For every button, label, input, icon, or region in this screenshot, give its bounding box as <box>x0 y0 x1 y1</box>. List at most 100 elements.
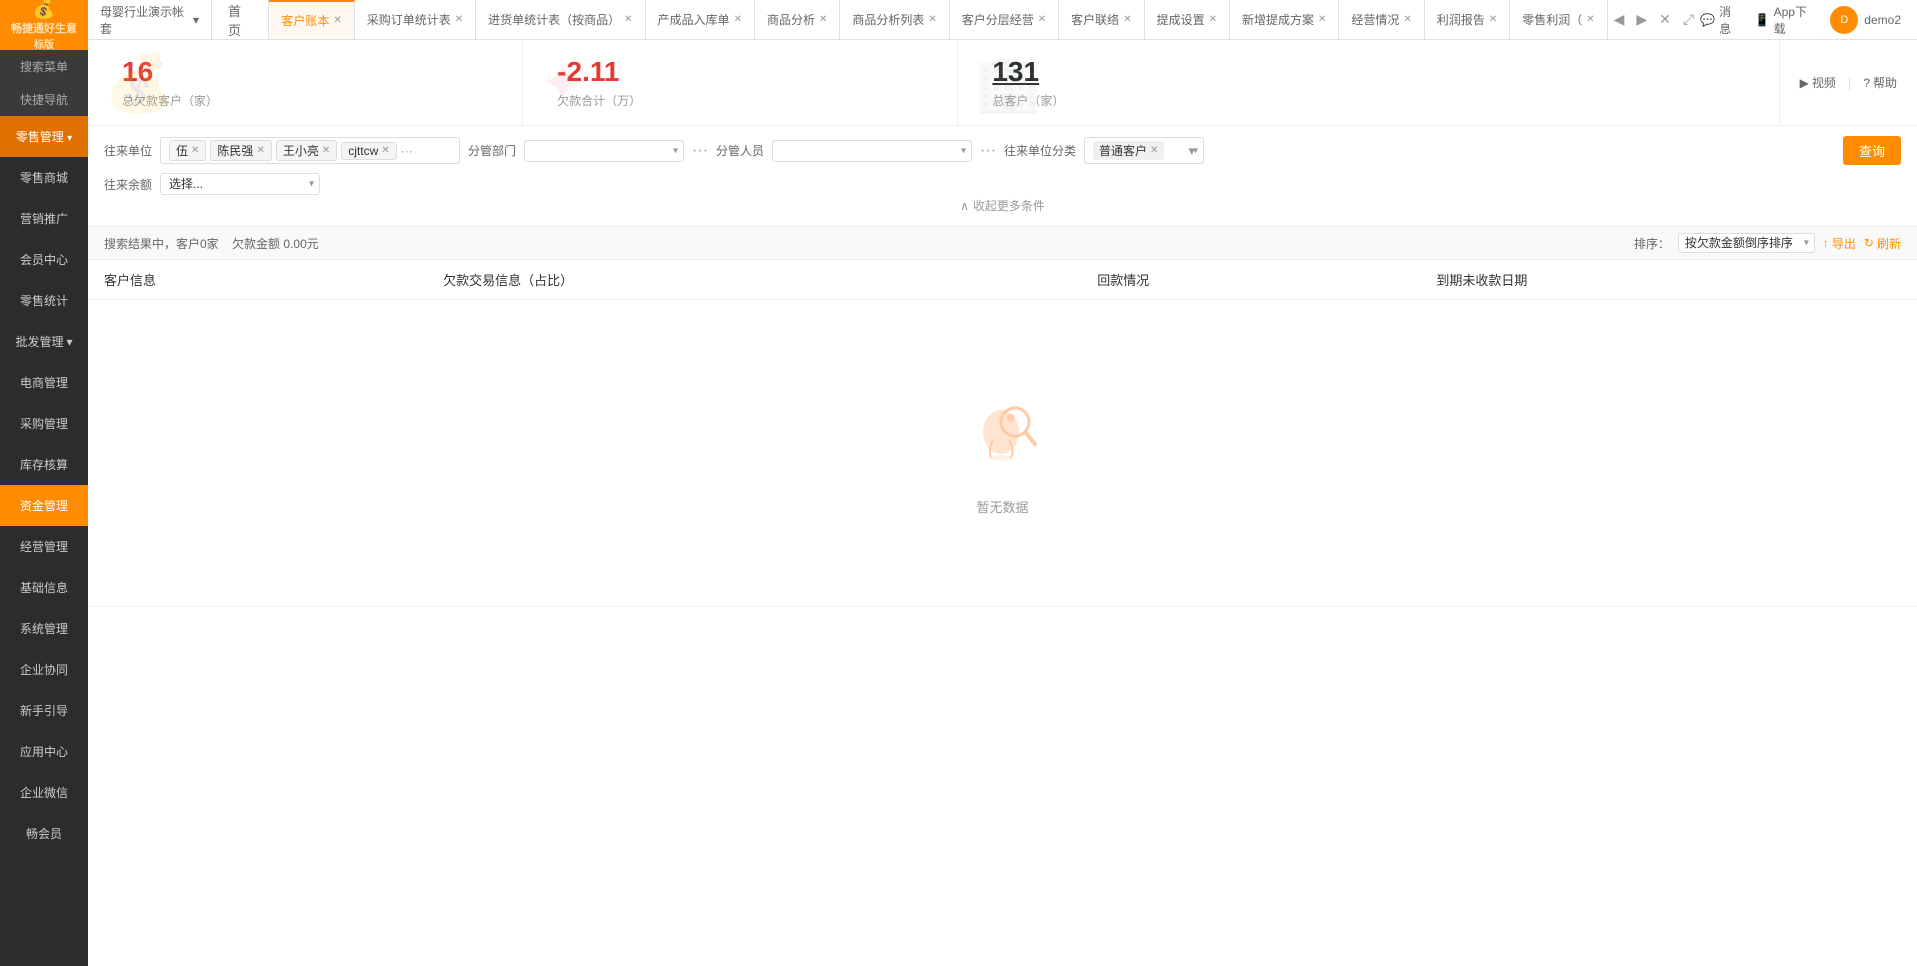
tab-expand[interactable]: ⤢ <box>1677 11 1700 28</box>
sidebar-item-ecom-mgmt[interactable]: 电商管理 <box>0 362 88 403</box>
tab-left-arrow[interactable]: ◀ <box>1608 11 1631 28</box>
sidebar-item-sys-mgmt[interactable]: 系统管理 <box>0 608 88 649</box>
sidebar-item-enterprise-wechat[interactable]: 企业微信 <box>0 772 88 813</box>
unit-filter-tags[interactable]: 伍 ✕ 陈民强 ✕ 王小亮 ✕ cjttcw ✕ ··· <box>160 137 460 164</box>
close-icon[interactable]: ✕ <box>1318 14 1326 25</box>
filter-tag-cjttcw[interactable]: cjttcw ✕ <box>341 142 396 160</box>
dept-more-dots[interactable]: ··· <box>692 142 708 160</box>
sidebar-item-purchase-mgmt[interactable]: 采购管理 <box>0 403 88 444</box>
sidebar-item-basic-info[interactable]: 基础信息 <box>0 567 88 608</box>
tab-customer-segment[interactable]: 客户分层经营 ✕ <box>950 0 1059 39</box>
stats-bar: 💰 16 总欠款客户（家） ✦ -2.11 欠款合计（万） 🏢 131 总客户（… <box>88 40 1917 126</box>
tab-customer-contact[interactable]: 客户联络 ✕ <box>1059 0 1144 39</box>
tab-new-raise-plan[interactable]: 新增提成方案 ✕ <box>1230 0 1339 39</box>
tab-label: 商品分析列表 <box>852 11 924 28</box>
filter-row-1: 往来单位 伍 ✕ 陈民强 ✕ 王小亮 ✕ cjttcw ✕ ··· <box>104 136 1901 165</box>
tab-right-arrow[interactable]: ▶ <box>1630 11 1653 28</box>
filter-tag-wu[interactable]: 伍 ✕ <box>169 140 206 161</box>
sidebar-item-enterprise-coop[interactable]: 企业协同 <box>0 649 88 690</box>
empty-icon <box>963 390 1043 485</box>
app-download-button[interactable]: 📱 App下载 <box>1755 3 1819 37</box>
remove-tag-chen[interactable]: ✕ <box>256 145 264 156</box>
video-link[interactable]: ▶ 视频 <box>1800 74 1836 91</box>
close-icon[interactable]: ✕ <box>928 14 936 25</box>
tab-product-inbound[interactable]: 产成品入库单 ✕ <box>646 0 755 39</box>
filter-row-2: 往来余额 选择... <box>104 173 1901 195</box>
sidebar-item-member-center[interactable]: 会员中心 <box>0 239 88 280</box>
close-icon[interactable]: ✕ <box>624 14 632 25</box>
sidebar-item-app-center[interactable]: 应用中心 <box>0 731 88 772</box>
account-selector[interactable]: 母婴行业演示帐套 ▾ <box>88 0 212 39</box>
remove-unit-type[interactable]: ✕ <box>1150 145 1158 156</box>
sort-label: 排序： <box>1634 235 1670 252</box>
balance-filter-select[interactable]: 选择... <box>160 173 320 195</box>
sidebar-item-label: 基础信息 <box>20 581 68 595</box>
sidebar-item-label: 资金管理 <box>20 499 68 513</box>
sidebar-logo: 💰 畅捷通好生意 标版 <box>0 0 88 50</box>
user-menu[interactable]: D demo2 <box>1830 6 1901 34</box>
sidebar-item-retail-mgmt[interactable]: 零售管理 ▾ <box>0 116 88 157</box>
tab-close-all[interactable]: ✕ <box>1653 11 1677 28</box>
tab-customer-book[interactable]: 客户账本 ✕ <box>269 0 354 39</box>
account-name: 母婴行业演示帐套 <box>100 3 189 37</box>
sidebar-item-label: 批发管理 <box>15 333 63 350</box>
tab-label: 经营情况 <box>1351 11 1399 28</box>
tab-purchase-order[interactable]: 采购订单统计表 ✕ <box>355 0 476 39</box>
tab-label: 产成品入库单 <box>658 11 730 28</box>
sidebar-item-retail-mall[interactable]: 零售商城 <box>0 157 88 198</box>
sidebar-item-new-guide[interactable]: 新手引导 <box>0 690 88 731</box>
stat-total-customers-value: 131 <box>992 56 1754 88</box>
close-icon[interactable]: ✕ <box>1403 14 1411 25</box>
remove-tag-wu[interactable]: ✕ <box>191 145 199 156</box>
close-icon[interactable]: ✕ <box>734 14 742 25</box>
tab-product-analysis[interactable]: 商品分析 ✕ <box>755 0 840 39</box>
sidebar-item-vip-member[interactable]: 畅会员 <box>0 813 88 854</box>
dept-filter-select[interactable] <box>524 140 684 162</box>
search-button[interactable]: 查询 <box>1843 136 1901 165</box>
close-icon[interactable]: ✕ <box>1123 14 1131 25</box>
sort-select[interactable]: 按欠款金额倒序排序 <box>1678 233 1815 253</box>
sidebar-item-inventory[interactable]: 库存核算 <box>0 444 88 485</box>
close-icon[interactable]: ✕ <box>333 15 341 26</box>
sidebar-item-ops-mgmt[interactable]: 经营管理 <box>0 526 88 567</box>
people-more-dots[interactable]: ··· <box>980 142 996 160</box>
tab-profit-report[interactable]: 利润报告 ✕ <box>1425 0 1510 39</box>
app-download-label: App下载 <box>1774 3 1819 37</box>
close-icon[interactable]: ✕ <box>455 14 463 25</box>
help-icon: ? <box>1863 76 1870 90</box>
tab-product-analysis-list[interactable]: 商品分析列表 ✕ <box>840 0 949 39</box>
remove-tag-wang[interactable]: ✕ <box>322 145 330 156</box>
sidebar-item-marketing[interactable]: 营销推广 <box>0 198 88 239</box>
close-icon[interactable]: ✕ <box>1209 14 1217 25</box>
filter-more-tags[interactable]: ··· <box>401 144 413 158</box>
sidebar-item-finance-mgmt[interactable]: 资金管理 <box>0 485 88 526</box>
close-icon[interactable]: ✕ <box>819 14 827 25</box>
filter-tag-wang[interactable]: 王小亮 ✕ <box>276 140 337 161</box>
remove-tag-cjttcw[interactable]: ✕ <box>381 145 389 156</box>
stat-debt-customers-value: 16 <box>122 56 498 88</box>
messages-button[interactable]: 💬 消息 <box>1700 3 1743 37</box>
filter-tag-chen[interactable]: 陈民强 ✕ <box>210 140 271 161</box>
refresh-button[interactable]: ↻ 刷新 <box>1864 235 1901 252</box>
collapse-filter-btn[interactable]: ∧ 收起更多条件 <box>104 195 1901 216</box>
chevron-down-icon: ▾ <box>66 335 72 349</box>
tab-inbound-stats[interactable]: 进货单统计表（按商品） ✕ <box>476 0 645 39</box>
sidebar-item-retail-stats[interactable]: 零售统计 <box>0 280 88 321</box>
table-header-row: 客户信息 欠款交易信息（占比） 回款情况 到期未收款日期 <box>88 260 1917 300</box>
sidebar-item-batch-mgmt[interactable]: 批发管理 ▾ <box>0 321 88 362</box>
people-filter-select[interactable] <box>772 140 972 162</box>
home-tab[interactable]: 首页 <box>212 0 269 39</box>
sidebar-quicknav[interactable]: 快捷导航 <box>0 83 88 116</box>
close-icon[interactable]: ✕ <box>1038 14 1046 25</box>
chevron-down-icon: ▾ <box>193 13 199 27</box>
tab-retail-profit[interactable]: 零售利润（ ✕ <box>1510 0 1607 39</box>
help-link[interactable]: ? 帮助 <box>1863 74 1897 91</box>
close-icon[interactable]: ✕ <box>1489 14 1497 25</box>
tab-ops-situation[interactable]: 经营情况 ✕ <box>1339 0 1424 39</box>
close-icon[interactable]: ✕ <box>1586 14 1594 25</box>
unit-type-select[interactable]: 普通客户 ✕ ▾ <box>1084 137 1204 164</box>
tab-raise-settings[interactable]: 提成设置 ✕ <box>1145 0 1230 39</box>
sidebar-search[interactable]: 搜索菜单 <box>0 50 88 83</box>
tab-label: 利润报告 <box>1437 11 1485 28</box>
export-button[interactable]: ↑ 导出 <box>1823 235 1856 252</box>
